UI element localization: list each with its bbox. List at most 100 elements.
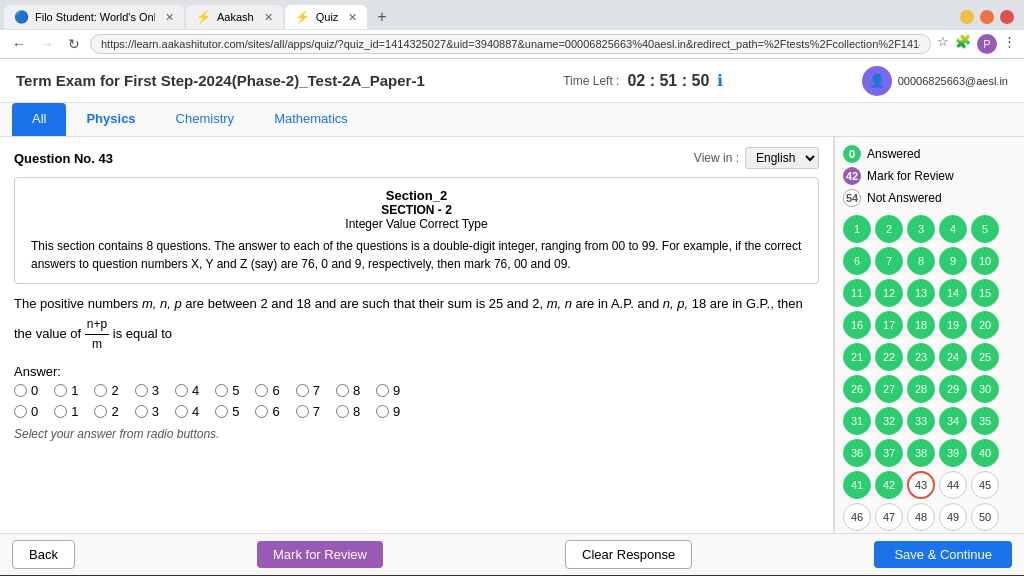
question-btn-48[interactable]: 48 — [907, 503, 935, 531]
question-btn-6[interactable]: 6 — [843, 247, 871, 275]
question-btn-25[interactable]: 25 — [971, 343, 999, 371]
question-btn-38[interactable]: 38 — [907, 439, 935, 467]
question-btn-23[interactable]: 23 — [907, 343, 935, 371]
question-btn-43[interactable]: 43 — [907, 471, 935, 499]
radio-input-row1-6[interactable] — [255, 384, 268, 397]
question-btn-19[interactable]: 19 — [939, 311, 967, 339]
extensions-icon[interactable]: 🧩 — [955, 34, 971, 54]
question-btn-8[interactable]: 8 — [907, 247, 935, 275]
radio-input-row1-3[interactable] — [135, 384, 148, 397]
question-btn-47[interactable]: 47 — [875, 503, 903, 531]
radio-input-row2-1[interactable] — [54, 405, 67, 418]
tab-all[interactable]: All — [12, 103, 66, 136]
radio-input-row1-7[interactable] — [296, 384, 309, 397]
question-btn-36[interactable]: 36 — [843, 439, 871, 467]
question-btn-46[interactable]: 46 — [843, 503, 871, 531]
question-btn-34[interactable]: 34 — [939, 407, 967, 435]
forward-nav-btn[interactable]: → — [36, 34, 58, 54]
question-btn-1[interactable]: 1 — [843, 215, 871, 243]
radio-input-row1-5[interactable] — [215, 384, 228, 397]
question-btn-49[interactable]: 49 — [939, 503, 967, 531]
radio-input-row2-0[interactable] — [14, 405, 27, 418]
radio-input-row2-9[interactable] — [376, 405, 389, 418]
question-btn-45[interactable]: 45 — [971, 471, 999, 499]
radio-input-row1-9[interactable] — [376, 384, 389, 397]
language-select[interactable]: English Hindi — [745, 147, 819, 169]
question-btn-40[interactable]: 40 — [971, 439, 999, 467]
question-btn-21[interactable]: 21 — [843, 343, 871, 371]
menu-icon[interactable]: ⋮ — [1003, 34, 1016, 54]
question-btn-28[interactable]: 28 — [907, 375, 935, 403]
question-btn-18[interactable]: 18 — [907, 311, 935, 339]
clear-response-button[interactable]: Clear Response — [565, 540, 692, 569]
question-btn-42[interactable]: 42 — [875, 471, 903, 499]
question-btn-3[interactable]: 3 — [907, 215, 935, 243]
question-btn-30[interactable]: 30 — [971, 375, 999, 403]
new-tab-button[interactable]: + — [369, 4, 394, 30]
question-btn-14[interactable]: 14 — [939, 279, 967, 307]
radio-input-row1-8[interactable] — [336, 384, 349, 397]
question-btn-5[interactable]: 5 — [971, 215, 999, 243]
question-btn-22[interactable]: 22 — [875, 343, 903, 371]
profile-icon[interactable]: P — [977, 34, 997, 54]
radio-input-row2-6[interactable] — [255, 405, 268, 418]
mark-for-review-button[interactable]: Mark for Review — [257, 541, 383, 568]
question-btn-2[interactable]: 2 — [875, 215, 903, 243]
radio-input-row2-5[interactable] — [215, 405, 228, 418]
maximize-btn[interactable] — [980, 10, 994, 24]
question-btn-50[interactable]: 50 — [971, 503, 999, 531]
question-btn-9[interactable]: 9 — [939, 247, 967, 275]
close-btn[interactable] — [1000, 10, 1014, 24]
question-btn-27[interactable]: 27 — [875, 375, 903, 403]
tab-close-aakash[interactable]: ✕ — [264, 11, 273, 24]
question-btn-7[interactable]: 7 — [875, 247, 903, 275]
question-btn-16[interactable]: 16 — [843, 311, 871, 339]
legend-not-answered: 54 Not Answered — [843, 189, 1016, 207]
question-btn-20[interactable]: 20 — [971, 311, 999, 339]
minimize-btn[interactable] — [960, 10, 974, 24]
question-btn-33[interactable]: 33 — [907, 407, 935, 435]
reload-btn[interactable]: ↻ — [64, 34, 84, 54]
question-btn-44[interactable]: 44 — [939, 471, 967, 499]
back-button[interactable]: Back — [12, 540, 75, 569]
question-btn-32[interactable]: 32 — [875, 407, 903, 435]
view-in-label: View in : — [694, 151, 739, 165]
save-continue-button[interactable]: Save & Continue — [874, 541, 1012, 568]
address-input[interactable] — [90, 34, 931, 54]
tab-mathematics[interactable]: Mathematics — [254, 103, 368, 136]
question-btn-13[interactable]: 13 — [907, 279, 935, 307]
radio-input-row1-1[interactable] — [54, 384, 67, 397]
question-btn-31[interactable]: 31 — [843, 407, 871, 435]
radio-input-row1-4[interactable] — [175, 384, 188, 397]
question-btn-12[interactable]: 12 — [875, 279, 903, 307]
tab-close-filo[interactable]: ✕ — [165, 11, 174, 24]
browser-tab-aakash[interactable]: ⚡ Aakash ✕ — [186, 5, 283, 29]
browser-tab-quiz[interactable]: ⚡ Quiz ✕ — [285, 5, 368, 29]
radio-input-row2-8[interactable] — [336, 405, 349, 418]
radio-input-row2-2[interactable] — [94, 405, 107, 418]
radio-input-row2-7[interactable] — [296, 405, 309, 418]
browser-tab-filo[interactable]: 🔵 Filo Student: World's Only Live In... … — [4, 5, 184, 29]
question-btn-37[interactable]: 37 — [875, 439, 903, 467]
question-btn-11[interactable]: 11 — [843, 279, 871, 307]
question-btn-10[interactable]: 10 — [971, 247, 999, 275]
question-btn-39[interactable]: 39 — [939, 439, 967, 467]
bookmark-icon[interactable]: ☆ — [937, 34, 949, 54]
question-btn-29[interactable]: 29 — [939, 375, 967, 403]
radio-input-row2-4[interactable] — [175, 405, 188, 418]
question-btn-24[interactable]: 24 — [939, 343, 967, 371]
tab-physics[interactable]: Physics — [66, 103, 155, 136]
back-nav-btn[interactable]: ← — [8, 34, 30, 54]
tab-chemistry[interactable]: Chemistry — [156, 103, 255, 136]
question-btn-17[interactable]: 17 — [875, 311, 903, 339]
info-icon[interactable]: ℹ — [717, 71, 723, 90]
question-btn-26[interactable]: 26 — [843, 375, 871, 403]
tab-close-quiz[interactable]: ✕ — [348, 11, 357, 24]
radio-input-row1-2[interactable] — [94, 384, 107, 397]
radio-input-row2-3[interactable] — [135, 405, 148, 418]
question-btn-35[interactable]: 35 — [971, 407, 999, 435]
question-btn-15[interactable]: 15 — [971, 279, 999, 307]
radio-input-row1-0[interactable] — [14, 384, 27, 397]
question-btn-4[interactable]: 4 — [939, 215, 967, 243]
question-btn-41[interactable]: 41 — [843, 471, 871, 499]
